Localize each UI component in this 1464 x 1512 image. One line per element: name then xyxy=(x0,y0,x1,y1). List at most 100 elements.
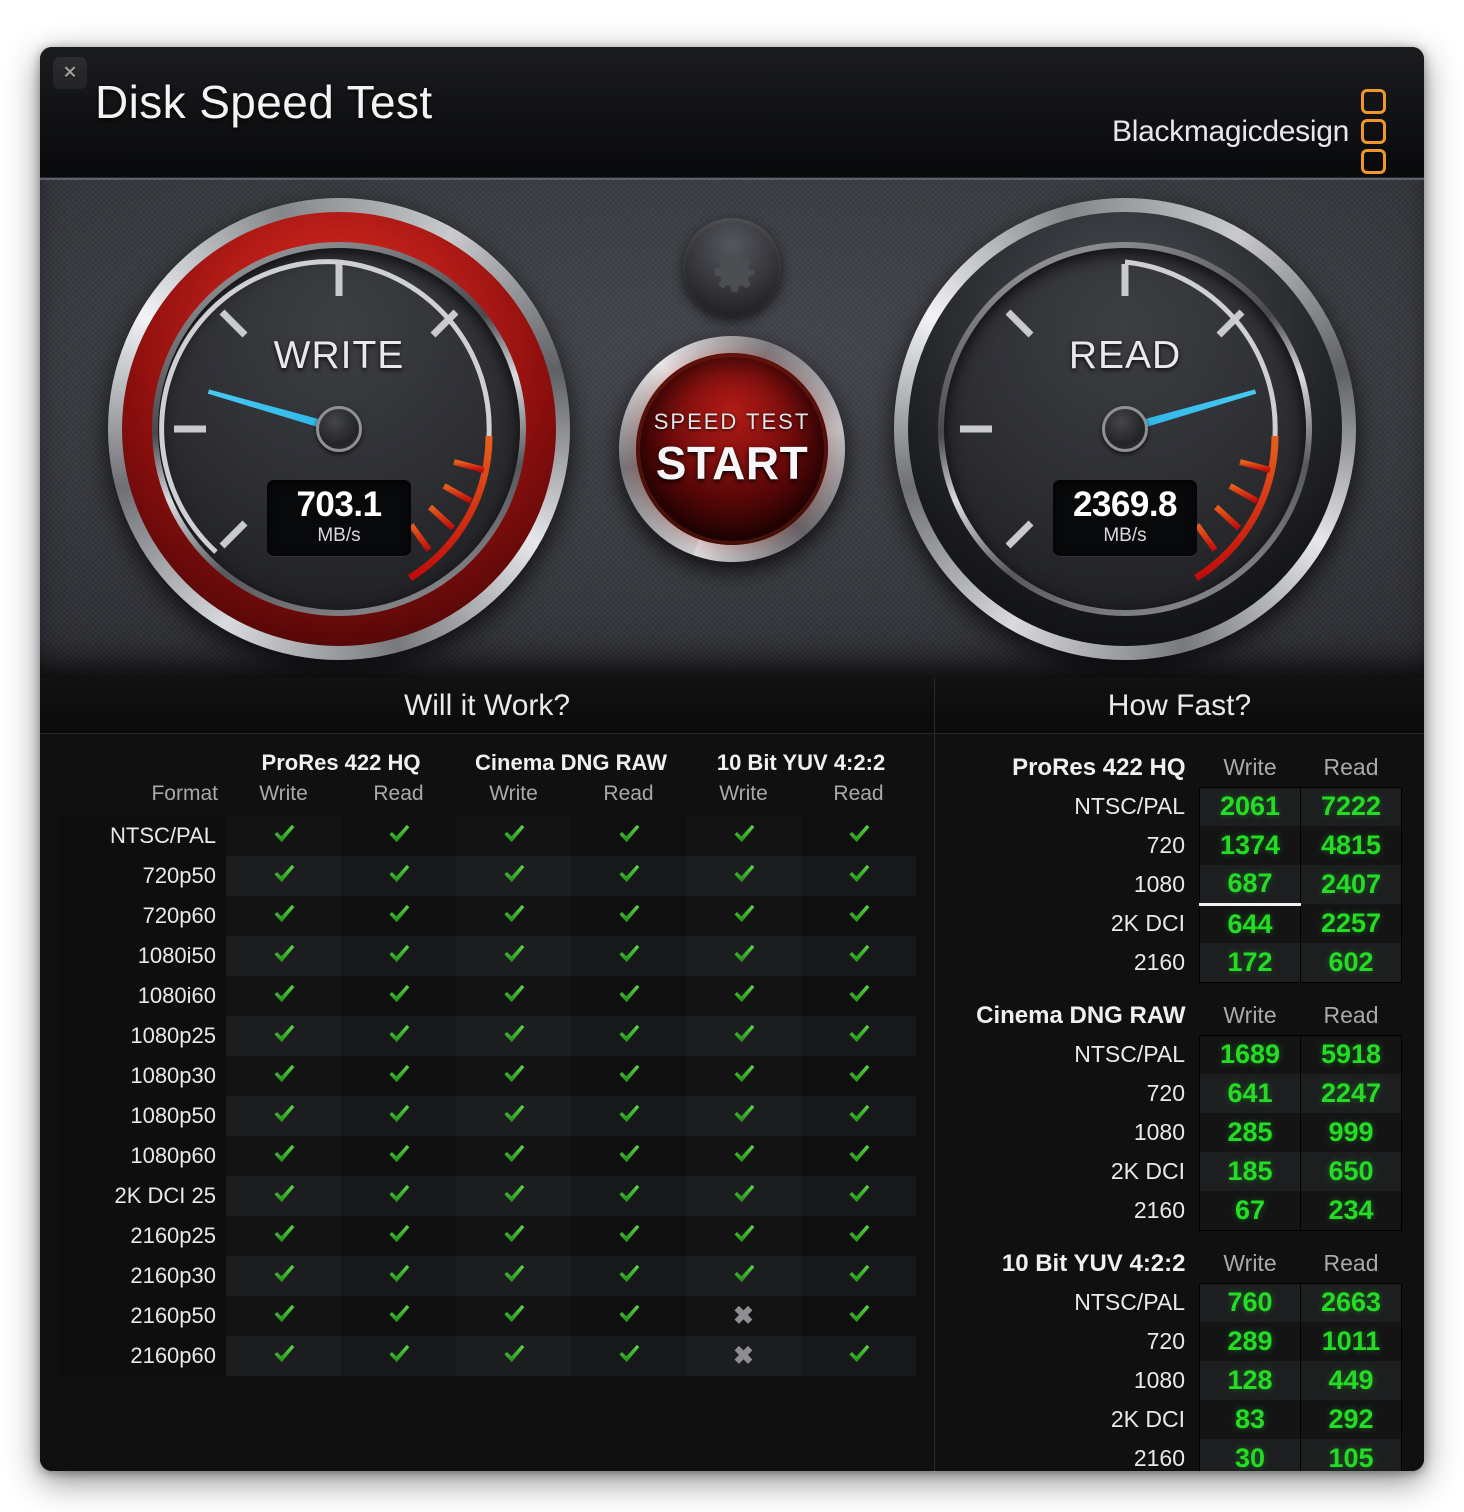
row-format-label: NTSC/PAL xyxy=(58,816,226,856)
how-fast-format-label: 1080 xyxy=(1133,871,1185,897)
result-cell-3-5 xyxy=(801,936,917,976)
checkmark-icon xyxy=(618,944,639,962)
result-cell-5-3 xyxy=(571,1016,687,1056)
checkmark-icon xyxy=(848,1104,869,1122)
checkmark-icon xyxy=(273,864,294,882)
how-fast-section-header: 10 Bit YUV 4:2:2 Write Read xyxy=(951,1244,1402,1283)
checkmark-icon xyxy=(618,1024,639,1042)
how-fast-write-value: 185 xyxy=(1199,1152,1301,1191)
group-header-2: 10 Bit YUV 4:2:2 xyxy=(716,750,886,775)
close-button[interactable]: ✕ xyxy=(53,57,87,89)
checkmark-icon xyxy=(618,1304,639,1322)
results-area: Will it Work? ProRes 422 HQ Cinema DNG RA… xyxy=(40,678,1424,1471)
checkmark-icon xyxy=(733,1104,754,1122)
checkmark-icon xyxy=(848,1144,869,1162)
result-cell-10-0 xyxy=(226,1216,341,1256)
checkmark-icon xyxy=(503,1024,524,1042)
how-fast-read-value: 999 xyxy=(1300,1113,1402,1152)
how-fast-write-header: Write xyxy=(1223,1249,1277,1276)
checkmark-icon xyxy=(503,864,524,882)
checkmark-icon xyxy=(273,904,294,922)
table-row: 720p60 xyxy=(58,896,917,936)
checkmark-icon xyxy=(733,944,754,962)
how-fast-section-header: ProRes 422 HQ Write Read xyxy=(951,748,1402,787)
checkmark-icon xyxy=(503,904,524,922)
group-header-0: ProRes 422 HQ xyxy=(261,750,421,775)
checkmark-icon xyxy=(273,824,294,842)
result-cell-6-1 xyxy=(341,1056,456,1096)
start-button-label: START xyxy=(655,436,809,489)
checkmark-icon xyxy=(388,1064,409,1082)
result-cell-12-5 xyxy=(801,1296,917,1336)
how-fast-write-value: 641 xyxy=(1199,1074,1301,1113)
checkmark-icon xyxy=(733,1184,754,1202)
checkmark-icon xyxy=(733,864,754,882)
read-gauge-dial: READ 2369.8 MB/s xyxy=(944,248,1306,610)
settings-button[interactable] xyxy=(683,218,781,316)
how-fast-row: 720 289 1011 xyxy=(951,1322,1402,1361)
result-cell-4-5 xyxy=(801,976,917,1016)
result-cell-1-2 xyxy=(456,856,571,896)
how-fast-write-value: 172 xyxy=(1199,943,1301,983)
brand-logo: Blackmagicdesign xyxy=(1112,89,1386,174)
how-fast-read-value: 650 xyxy=(1300,1152,1402,1191)
read-gauge-hub xyxy=(1102,406,1148,452)
result-cell-2-4 xyxy=(686,896,802,936)
result-cell-5-5 xyxy=(801,1016,917,1056)
column-header-2-0: Write xyxy=(719,782,768,805)
how-fast-format-label: 720 xyxy=(1146,1080,1185,1106)
result-cell-11-4 xyxy=(686,1256,802,1296)
checkmark-icon xyxy=(388,1024,409,1042)
result-cell-3-3 xyxy=(571,936,687,976)
row-format-label: 720p60 xyxy=(58,896,226,936)
result-cell-3-2 xyxy=(456,936,571,976)
will-it-work-column-header-row: Format Write Read Write Read Write Read xyxy=(58,778,916,816)
how-fast-row: 2160 67 234 xyxy=(951,1191,1402,1231)
gear-icon xyxy=(714,253,755,292)
checkmark-icon xyxy=(618,1184,639,1202)
result-cell-5-0 xyxy=(226,1016,341,1056)
checkmark-icon xyxy=(503,1304,524,1322)
result-cell-12-4: ✖ xyxy=(686,1296,802,1336)
how-fast-format-label: 2K DCI xyxy=(1110,910,1185,936)
how-fast-read-value: 2257 xyxy=(1300,904,1402,943)
write-unit: MB/s xyxy=(317,524,361,546)
checkmark-icon xyxy=(848,1024,869,1042)
result-cell-12-0 xyxy=(226,1296,341,1336)
checkmark-icon xyxy=(388,904,409,922)
result-cell-7-2 xyxy=(456,1096,571,1136)
table-row: 1080i50 xyxy=(58,936,917,976)
will-it-work-table-wrap: ProRes 422 HQ Cinema DNG RAW 10 Bit YUV 4:… xyxy=(40,734,934,1376)
result-cell-10-2 xyxy=(456,1216,571,1256)
write-gauge-dial: WRITE 703.1 MB/s xyxy=(158,248,520,610)
row-format-label: 1080i50 xyxy=(58,936,226,976)
group-header-1: Cinema DNG RAW xyxy=(475,750,667,775)
gauge-panel: WRITE 703.1 MB/s READ 2369.8 MB/s SPEED … xyxy=(40,178,1424,678)
write-gauge-label: WRITE xyxy=(273,334,405,377)
column-header-1-1: Read xyxy=(603,782,654,805)
result-cell-13-1 xyxy=(341,1336,456,1376)
checkmark-icon xyxy=(503,1144,524,1162)
result-cell-5-2 xyxy=(456,1016,571,1056)
speed-test-start-button[interactable]: SPEED TEST START xyxy=(619,336,845,562)
table-row: 2160p25 xyxy=(58,1216,917,1256)
will-it-work-table: ProRes 422 HQ Cinema DNG RAW 10 Bit YUV 4:… xyxy=(58,734,917,1376)
write-readout: 703.1 MB/s xyxy=(267,480,411,556)
section-spacer xyxy=(951,1230,1402,1244)
how-fast-read-value: 2663 xyxy=(1300,1282,1402,1322)
how-fast-read-header: Read xyxy=(1323,1249,1379,1276)
checkmark-icon xyxy=(848,904,869,922)
how-fast-write-value: 67 xyxy=(1199,1191,1301,1231)
result-cell-2-2 xyxy=(456,896,571,936)
result-cell-0-4 xyxy=(686,816,802,856)
cross-icon: ✖ xyxy=(733,1342,754,1370)
result-cell-0-0 xyxy=(226,816,341,856)
table-row: 1080p30 xyxy=(58,1056,917,1096)
result-cell-1-3 xyxy=(571,856,687,896)
how-fast-write-value: 289 xyxy=(1199,1322,1301,1361)
how-fast-read-value: 2247 xyxy=(1300,1074,1402,1113)
checkmark-icon xyxy=(618,1264,639,1282)
how-fast-format-label: NTSC/PAL xyxy=(1074,793,1185,819)
result-cell-10-1 xyxy=(341,1216,456,1256)
how-fast-row: 2K DCI 83 292 xyxy=(951,1400,1402,1439)
